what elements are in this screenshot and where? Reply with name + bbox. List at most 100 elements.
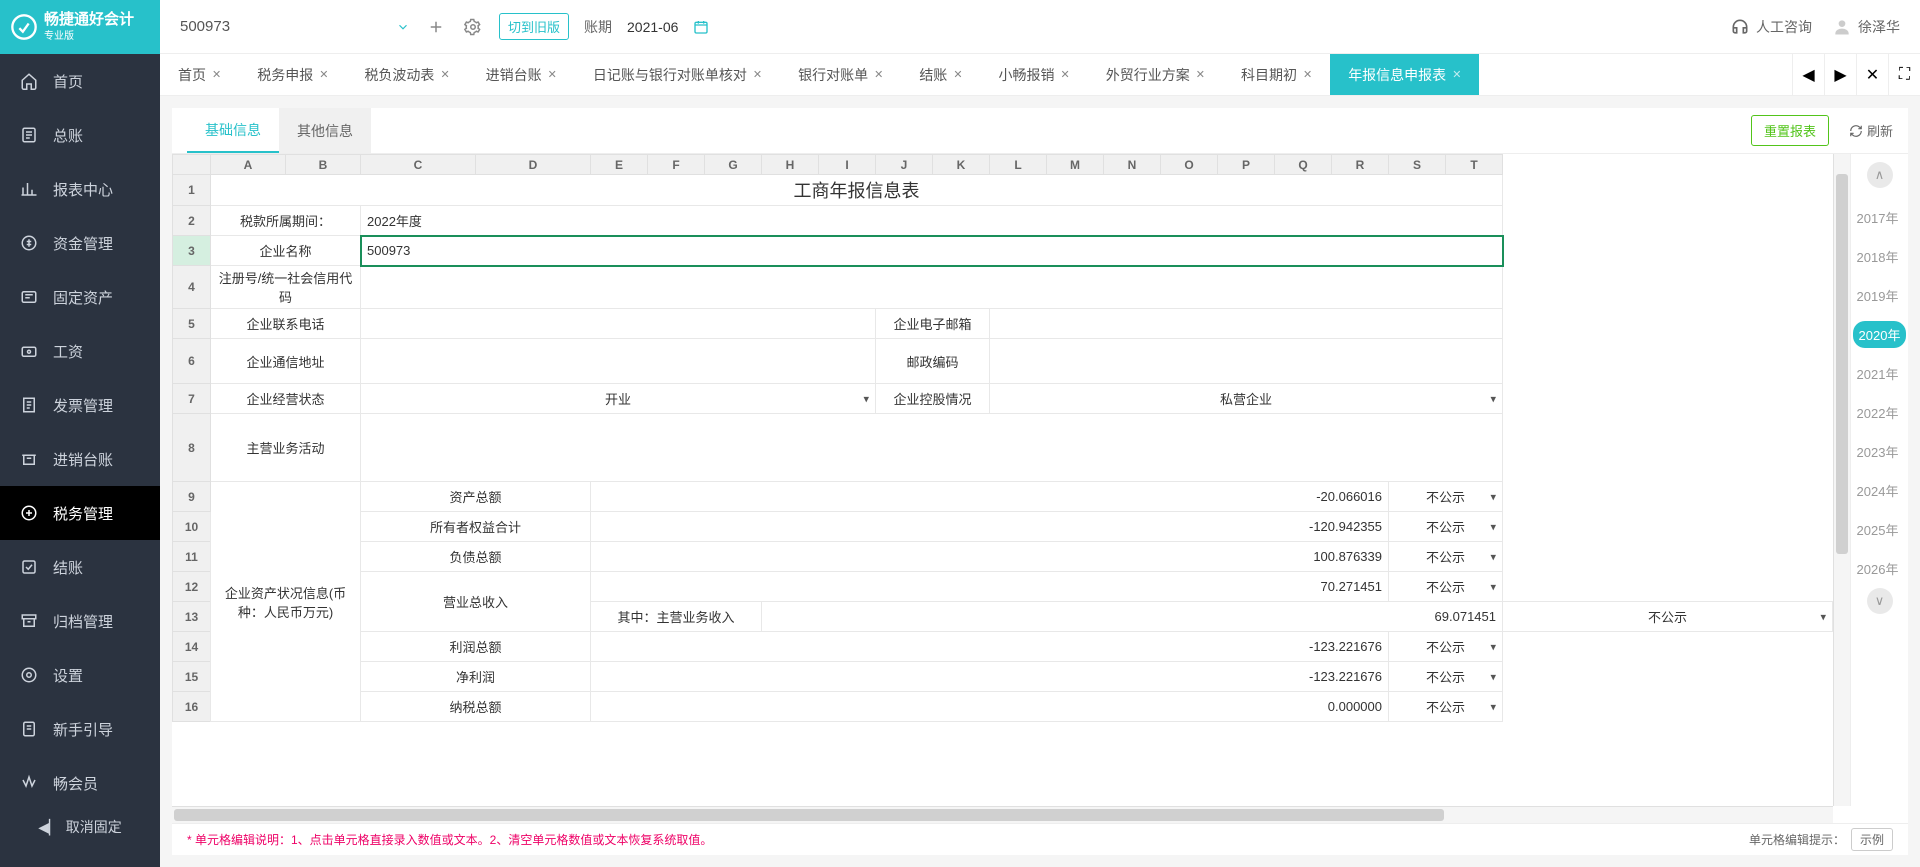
support-link[interactable]: 人工咨询 bbox=[1730, 17, 1812, 37]
cell-value[interactable]: -123.221676 bbox=[591, 632, 1389, 662]
col-header[interactable]: T bbox=[1446, 155, 1503, 175]
row-header[interactable]: 11 bbox=[173, 542, 211, 572]
row-header[interactable]: 7 bbox=[173, 384, 211, 414]
sidebar-item-home[interactable]: 首页 bbox=[0, 54, 160, 108]
sidebar-item-ledger[interactable]: 总账 bbox=[0, 108, 160, 162]
sidebar-item-tax[interactable]: 税务管理 bbox=[0, 486, 160, 540]
cell-dropdown[interactable]: 不公示 bbox=[1389, 662, 1503, 692]
gear-icon[interactable] bbox=[462, 16, 484, 38]
sidebar-item-invoice[interactable]: 发票管理 bbox=[0, 378, 160, 432]
cell-dropdown[interactable]: 不公示 bbox=[1389, 572, 1503, 602]
tab-6[interactable]: 结账✕ bbox=[901, 54, 980, 95]
tab-8[interactable]: 外贸行业方案✕ bbox=[1088, 54, 1223, 95]
row-header[interactable]: 8 bbox=[173, 414, 211, 482]
tabs-close-all[interactable]: ✕ bbox=[1856, 54, 1888, 95]
cell-input[interactable] bbox=[361, 309, 876, 339]
fullscreen-icon[interactable]: ⛶ bbox=[1888, 54, 1920, 95]
tab-close-icon[interactable]: ✕ bbox=[1303, 68, 1312, 81]
tab-close-icon[interactable]: ✕ bbox=[1061, 68, 1070, 81]
row-header[interactable]: 12 bbox=[173, 572, 211, 602]
col-header[interactable]: R bbox=[1332, 155, 1389, 175]
sidebar-item-stock[interactable]: 进销台账 bbox=[0, 432, 160, 486]
cell-dropdown[interactable]: 不公示 bbox=[1389, 692, 1503, 722]
tab-close-icon[interactable]: ✕ bbox=[953, 68, 962, 81]
row-header[interactable]: 5 bbox=[173, 309, 211, 339]
cell-value[interactable]: 2022年度 bbox=[361, 206, 1503, 236]
row-header[interactable]: 13 bbox=[173, 602, 211, 632]
tabs-scroll-right[interactable]: ▶ bbox=[1824, 54, 1856, 95]
cell-value[interactable]: -120.942355 bbox=[591, 512, 1389, 542]
example-button[interactable]: 示例 bbox=[1851, 828, 1893, 851]
tab-close-icon[interactable]: ✕ bbox=[212, 68, 221, 81]
row-header[interactable]: 4 bbox=[173, 266, 211, 309]
cell-dropdown[interactable]: 不公示 bbox=[1389, 632, 1503, 662]
year-option[interactable]: 2017年 bbox=[1853, 198, 1907, 237]
col-header[interactable]: O bbox=[1161, 155, 1218, 175]
col-header[interactable]: D bbox=[476, 155, 591, 175]
add-icon[interactable] bbox=[425, 16, 447, 38]
row-header[interactable]: 6 bbox=[173, 339, 211, 384]
grid-corner[interactable] bbox=[173, 155, 211, 175]
reset-report-button[interactable]: 重置报表 bbox=[1751, 115, 1829, 146]
sidebar-item-chart[interactable]: 报表中心 bbox=[0, 162, 160, 216]
tab-9[interactable]: 科目期初✕ bbox=[1223, 54, 1330, 95]
year-option[interactable]: 2019年 bbox=[1853, 276, 1907, 315]
tab-3[interactable]: 进销台账✕ bbox=[468, 54, 575, 95]
cell-input[interactable]: 500973 bbox=[361, 236, 1503, 266]
cell-value[interactable]: 70.271451 bbox=[591, 572, 1389, 602]
subtab-basic[interactable]: 基础信息 bbox=[187, 108, 279, 153]
refresh-button[interactable]: 刷新 bbox=[1849, 121, 1893, 140]
tab-close-icon[interactable]: ✕ bbox=[1196, 68, 1205, 81]
tab-close-icon[interactable]: ✕ bbox=[753, 68, 762, 81]
tab-10[interactable]: 年报信息申报表✕ bbox=[1330, 54, 1479, 95]
horizontal-scrollbar[interactable] bbox=[172, 806, 1833, 823]
sidebar-item-salary[interactable]: 工资 bbox=[0, 324, 160, 378]
cell-input[interactable] bbox=[990, 339, 1503, 384]
col-header[interactable]: E bbox=[591, 155, 648, 175]
spreadsheet[interactable]: ABCDEFGHIJKLMNOPQRST1工商年报信息表2税款所属期间：2022… bbox=[172, 154, 1833, 806]
year-option[interactable]: 2025年 bbox=[1853, 510, 1907, 549]
year-option[interactable]: 2020年 bbox=[1853, 321, 1907, 348]
tabs-scroll-left[interactable]: ◀ bbox=[1792, 54, 1824, 95]
col-header[interactable]: F bbox=[648, 155, 705, 175]
col-header[interactable]: B bbox=[286, 155, 361, 175]
tab-close-icon[interactable]: ✕ bbox=[1452, 68, 1461, 81]
tab-close-icon[interactable]: ✕ bbox=[548, 68, 557, 81]
sidebar-item-money[interactable]: 资金管理 bbox=[0, 216, 160, 270]
cell-dropdown[interactable]: 不公示 bbox=[1389, 542, 1503, 572]
sidebar-item-asset[interactable]: 固定资产 bbox=[0, 270, 160, 324]
calendar-icon[interactable] bbox=[693, 19, 709, 35]
user-menu[interactable]: 徐泽华 bbox=[1832, 17, 1900, 37]
col-header[interactable]: P bbox=[1218, 155, 1275, 175]
col-header[interactable]: K bbox=[933, 155, 990, 175]
col-header[interactable]: S bbox=[1389, 155, 1446, 175]
col-header[interactable]: M bbox=[1047, 155, 1104, 175]
cell-input[interactable] bbox=[361, 339, 876, 384]
row-header[interactable]: 15 bbox=[173, 662, 211, 692]
cell-value[interactable]: -123.221676 bbox=[591, 662, 1389, 692]
year-option[interactable]: 2026年 bbox=[1853, 549, 1907, 588]
cell-dropdown[interactable]: 不公示 bbox=[1503, 602, 1833, 632]
col-header[interactable]: I bbox=[819, 155, 876, 175]
cell-value[interactable]: 100.876339 bbox=[591, 542, 1389, 572]
sidebar-item-archive[interactable]: 归档管理 bbox=[0, 594, 160, 648]
col-header[interactable]: N bbox=[1104, 155, 1161, 175]
cell-input[interactable] bbox=[361, 414, 1503, 482]
tab-4[interactable]: 日记账与银行对账单核对✕ bbox=[575, 54, 780, 95]
year-option[interactable]: 2024年 bbox=[1853, 471, 1907, 510]
sidebar-item-vip[interactable]: 畅会员 bbox=[0, 756, 160, 810]
cell-dropdown[interactable]: 不公示 bbox=[1389, 512, 1503, 542]
tab-5[interactable]: 银行对账单✕ bbox=[780, 54, 901, 95]
unpin-button[interactable]: ◀▏取消固定 bbox=[0, 807, 160, 847]
cell-value[interactable]: -20.066016 bbox=[591, 482, 1389, 512]
tab-close-icon[interactable]: ✕ bbox=[440, 68, 449, 81]
cell-dropdown[interactable]: 开业 bbox=[361, 384, 876, 414]
tab-close-icon[interactable]: ✕ bbox=[874, 68, 883, 81]
cell-input[interactable] bbox=[990, 309, 1503, 339]
cell-value[interactable]: 0.000000 bbox=[591, 692, 1389, 722]
tab-2[interactable]: 税负波动表✕ bbox=[346, 54, 467, 95]
col-header[interactable]: Q bbox=[1275, 155, 1332, 175]
col-header[interactable]: L bbox=[990, 155, 1047, 175]
sidebar-item-close[interactable]: 结账 bbox=[0, 540, 160, 594]
col-header[interactable]: A bbox=[211, 155, 286, 175]
